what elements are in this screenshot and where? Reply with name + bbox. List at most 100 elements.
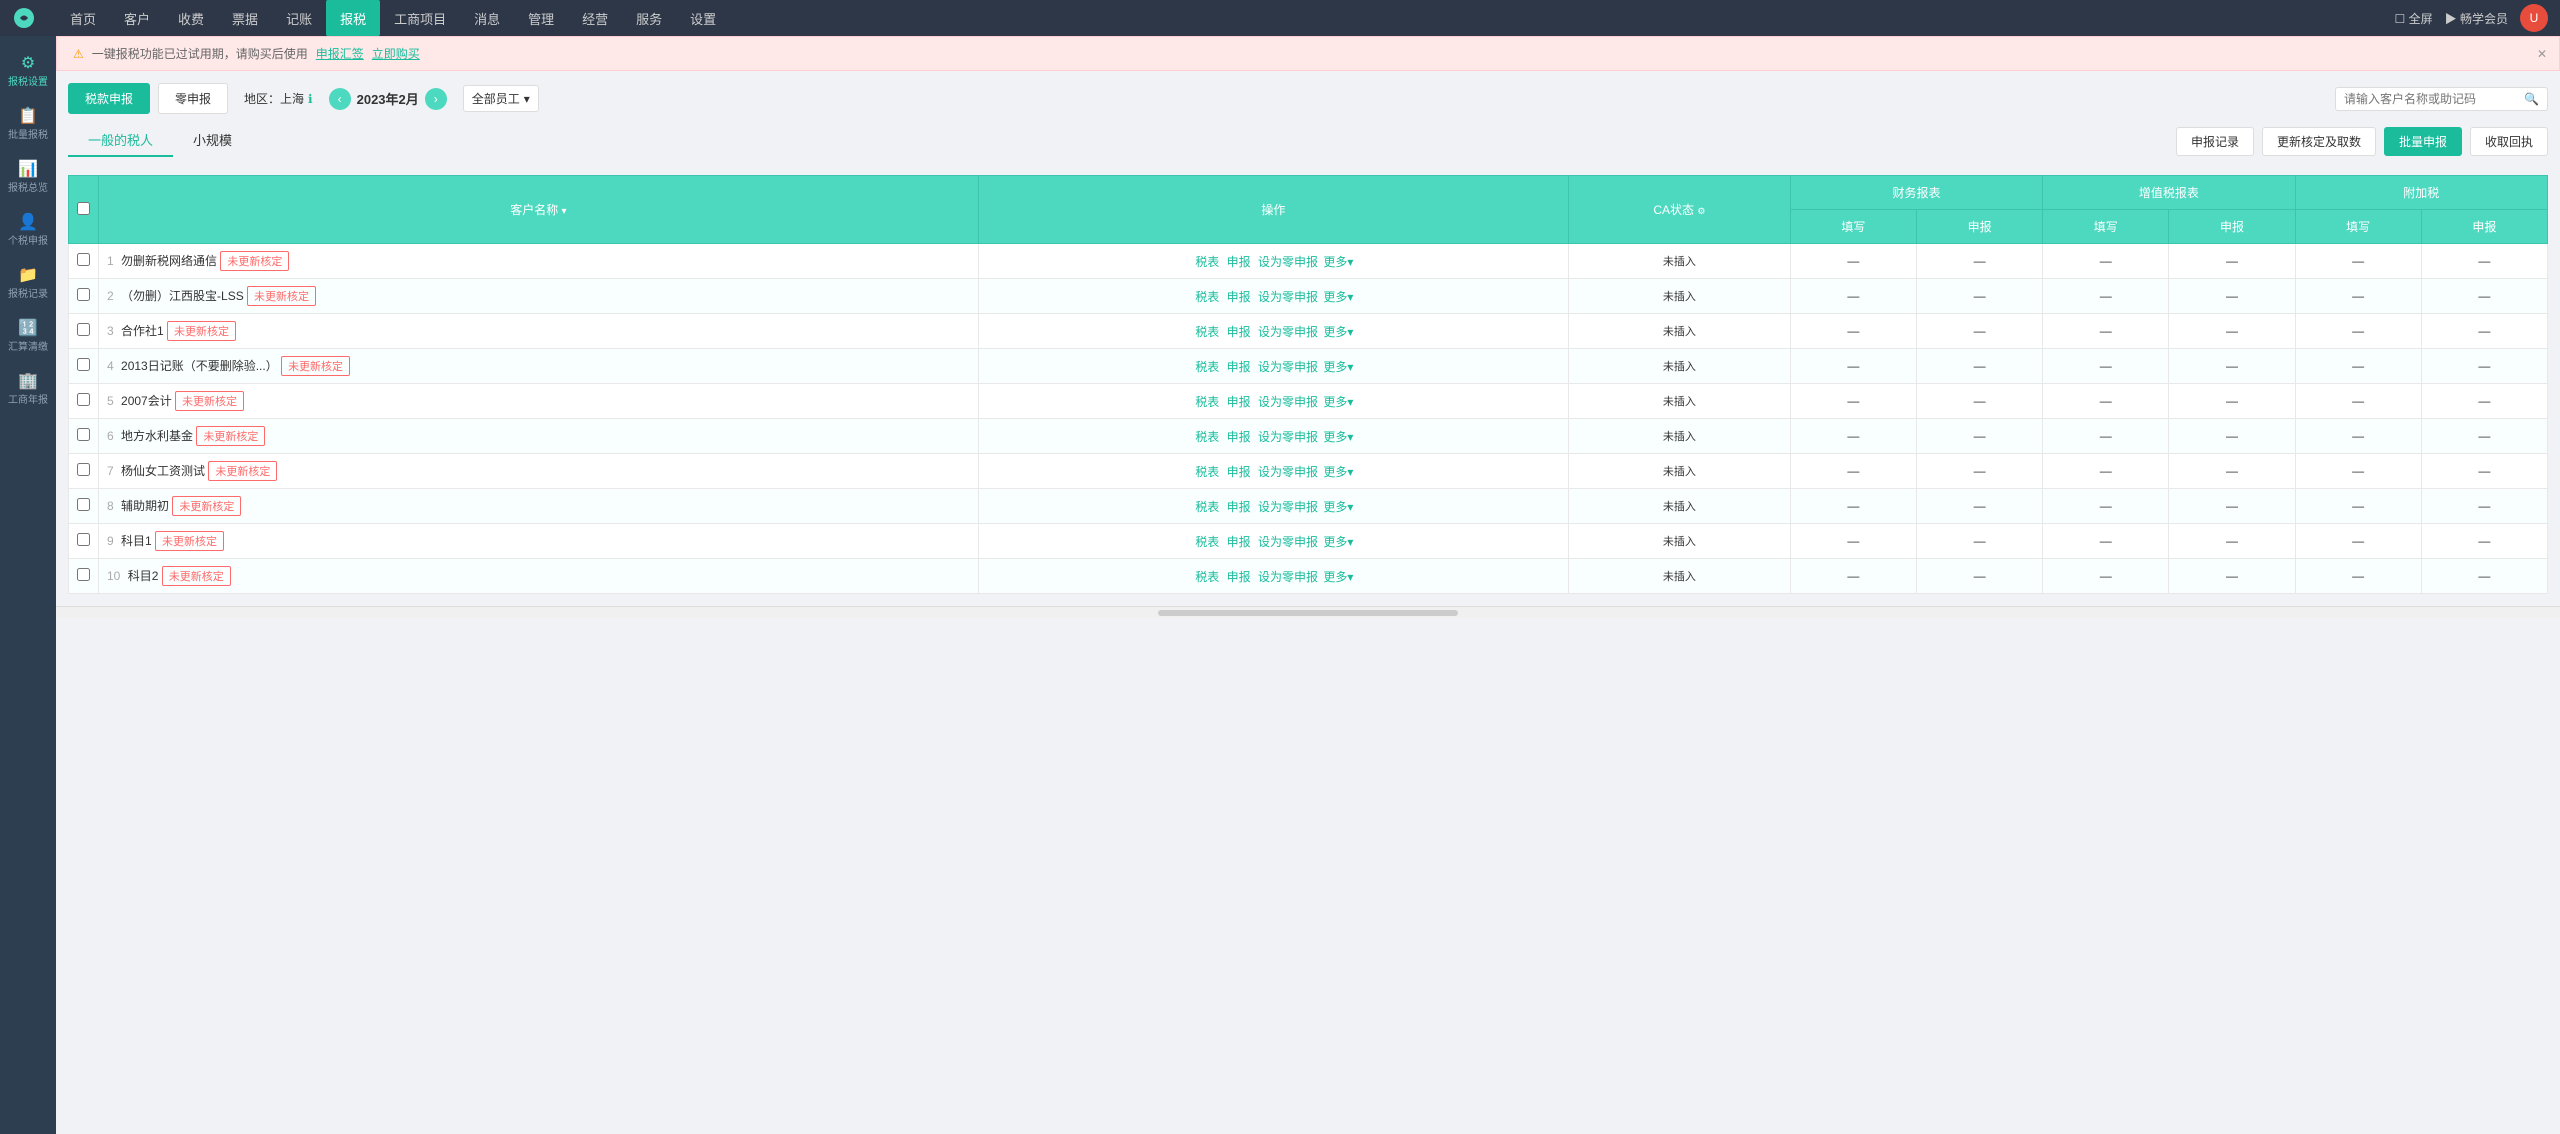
row-select-7[interactable] bbox=[77, 498, 90, 511]
action-declare-3[interactable]: 申报 bbox=[1227, 360, 1251, 374]
declaration-records-btn[interactable]: 申报记录 bbox=[2176, 127, 2254, 156]
update-quota-btn[interactable]: 更新核定及取数 bbox=[2262, 127, 2376, 156]
user-avatar[interactable]: U bbox=[2520, 4, 2548, 32]
action-declare-1[interactable]: 申报 bbox=[1227, 290, 1251, 304]
row-fin-declare-8: — bbox=[1917, 524, 2043, 559]
action-zero-5[interactable]: 设为零申报 bbox=[1258, 430, 1318, 444]
search-input[interactable] bbox=[2344, 92, 2524, 106]
sidebar-item-overview[interactable]: 📊 报税总览 bbox=[0, 150, 56, 203]
nav-right-area: ☐ 全屏 ▶ 畅学会员 U bbox=[2395, 4, 2548, 32]
row-select-4[interactable] bbox=[77, 393, 90, 406]
horizontal-scrollbar[interactable] bbox=[56, 606, 2560, 618]
nav-clients[interactable]: 客户 bbox=[110, 0, 164, 36]
action-zero-3[interactable]: 设为零申报 bbox=[1258, 360, 1318, 374]
sidebar-item-personal[interactable]: 👤 个税申报 bbox=[0, 203, 56, 256]
action-declare-5[interactable]: 申报 bbox=[1227, 430, 1251, 444]
upgrade-btn[interactable]: ▶ 畅学会员 bbox=[2445, 10, 2508, 27]
overview-icon: 📊 bbox=[17, 158, 39, 180]
action-declare-8[interactable]: 申报 bbox=[1227, 535, 1251, 549]
action-more-4[interactable]: 更多▾ bbox=[1323, 395, 1353, 409]
nav-operations[interactable]: 经营 bbox=[568, 0, 622, 36]
action-more-5[interactable]: 更多▾ bbox=[1323, 430, 1353, 444]
action-declare-6[interactable]: 申报 bbox=[1227, 465, 1251, 479]
row-select-8[interactable] bbox=[77, 533, 90, 546]
action-zero-0[interactable]: 设为零申报 bbox=[1258, 255, 1318, 269]
action-taxform-9[interactable]: 税表 bbox=[1195, 570, 1219, 584]
row-select-5[interactable] bbox=[77, 428, 90, 441]
action-taxform-0[interactable]: 税表 bbox=[1195, 255, 1219, 269]
search-icon[interactable]: 🔍 bbox=[2524, 92, 2539, 106]
action-zero-1[interactable]: 设为零申报 bbox=[1258, 290, 1318, 304]
action-taxform-3[interactable]: 税表 bbox=[1195, 360, 1219, 374]
action-more-8[interactable]: 更多▾ bbox=[1323, 535, 1353, 549]
sidebar-item-batch-report[interactable]: 📋 批量报税 bbox=[0, 97, 56, 150]
prev-month-btn[interactable]: ‹ bbox=[329, 88, 351, 110]
nav-tax[interactable]: 报税 bbox=[326, 0, 380, 36]
info-icon[interactable]: ℹ bbox=[308, 92, 313, 106]
tab-zero-declaration[interactable]: 零申报 bbox=[158, 83, 228, 114]
next-month-btn[interactable]: › bbox=[425, 88, 447, 110]
row-ca-5: 未插入 bbox=[1568, 419, 1790, 454]
nav-services[interactable]: 服务 bbox=[622, 0, 676, 36]
tab-small-scale[interactable]: 小规模 bbox=[173, 124, 252, 157]
nav-bookkeeping[interactable]: 记账 bbox=[272, 0, 326, 36]
row-fin-declare-7: — bbox=[1917, 489, 2043, 524]
batch-declare-btn[interactable]: 批量申报 bbox=[2384, 127, 2462, 156]
dept-select[interactable]: 全部员工 ▾ bbox=[463, 85, 539, 112]
action-taxform-6[interactable]: 税表 bbox=[1195, 465, 1219, 479]
nav-biz[interactable]: 工商项目 bbox=[380, 0, 460, 36]
action-taxform-4[interactable]: 税表 bbox=[1195, 395, 1219, 409]
action-zero-7[interactable]: 设为零申报 bbox=[1258, 500, 1318, 514]
status-badge-5: 未更新核定 bbox=[196, 426, 265, 446]
action-declare-4[interactable]: 申报 bbox=[1227, 395, 1251, 409]
action-taxform-1[interactable]: 税表 bbox=[1195, 290, 1219, 304]
sidebar-item-tax-settings[interactable]: ⚙ 报税设置 bbox=[0, 44, 56, 97]
action-declare-9[interactable]: 申报 bbox=[1227, 570, 1251, 584]
action-more-2[interactable]: 更多▾ bbox=[1323, 325, 1353, 339]
action-taxform-2[interactable]: 税表 bbox=[1195, 325, 1219, 339]
action-taxform-8[interactable]: 税表 bbox=[1195, 535, 1219, 549]
retrieve-receipt-btn[interactable]: 收取回执 bbox=[2470, 127, 2548, 156]
nav-invoices[interactable]: 票据 bbox=[218, 0, 272, 36]
action-zero-2[interactable]: 设为零申报 bbox=[1258, 325, 1318, 339]
action-taxform-5[interactable]: 税表 bbox=[1195, 430, 1219, 444]
action-zero-6[interactable]: 设为零申报 bbox=[1258, 465, 1318, 479]
action-zero-4[interactable]: 设为零申报 bbox=[1258, 395, 1318, 409]
banner-close-btn[interactable]: ✕ bbox=[2537, 47, 2547, 61]
nav-settings[interactable]: 设置 bbox=[676, 0, 730, 36]
sidebar-item-records[interactable]: 📁 报税记录 bbox=[0, 256, 56, 309]
row-actions-1: 税表 申报 设为零申报 更多▾ bbox=[978, 279, 1568, 314]
action-more-0[interactable]: 更多▾ bbox=[1323, 255, 1353, 269]
row-select-3[interactable] bbox=[77, 358, 90, 371]
row-select-0[interactable] bbox=[77, 253, 90, 266]
nav-home[interactable]: 首页 bbox=[56, 0, 110, 36]
row-vat-declare-9: — bbox=[2169, 559, 2295, 594]
row-select-6[interactable] bbox=[77, 463, 90, 476]
row-select-1[interactable] bbox=[77, 288, 90, 301]
nav-fees[interactable]: 收费 bbox=[164, 0, 218, 36]
action-taxform-7[interactable]: 税表 bbox=[1195, 500, 1219, 514]
nav-messages[interactable]: 消息 bbox=[460, 0, 514, 36]
row-fin-fill-3: — bbox=[1790, 349, 1916, 384]
action-more-6[interactable]: 更多▾ bbox=[1323, 465, 1353, 479]
sidebar-item-calc[interactable]: 🔢 汇算清缴 bbox=[0, 309, 56, 362]
tab-tax-declaration[interactable]: 税款申报 bbox=[68, 83, 150, 114]
banner-link-purchase[interactable]: 立即购买 bbox=[372, 45, 420, 62]
action-zero-9[interactable]: 设为零申报 bbox=[1258, 570, 1318, 584]
action-zero-8[interactable]: 设为零申报 bbox=[1258, 535, 1318, 549]
row-select-9[interactable] bbox=[77, 568, 90, 581]
action-more-3[interactable]: 更多▾ bbox=[1323, 360, 1353, 374]
banner-link-declaration[interactable]: 申报汇签 bbox=[316, 45, 364, 62]
action-declare-2[interactable]: 申报 bbox=[1227, 325, 1251, 339]
select-all-checkbox[interactable] bbox=[77, 202, 90, 215]
action-declare-7[interactable]: 申报 bbox=[1227, 500, 1251, 514]
action-more-1[interactable]: 更多▾ bbox=[1323, 290, 1353, 304]
row-select-2[interactable] bbox=[77, 323, 90, 336]
fullscreen-btn[interactable]: ☐ 全屏 bbox=[2395, 10, 2433, 27]
action-more-9[interactable]: 更多▾ bbox=[1323, 570, 1353, 584]
action-declare-0[interactable]: 申报 bbox=[1227, 255, 1251, 269]
nav-management[interactable]: 管理 bbox=[514, 0, 568, 36]
action-more-7[interactable]: 更多▾ bbox=[1323, 500, 1353, 514]
tab-general-taxpayer[interactable]: 一般的税人 bbox=[68, 124, 173, 157]
sidebar-item-annual[interactable]: 🏢 工商年报 bbox=[0, 362, 56, 415]
